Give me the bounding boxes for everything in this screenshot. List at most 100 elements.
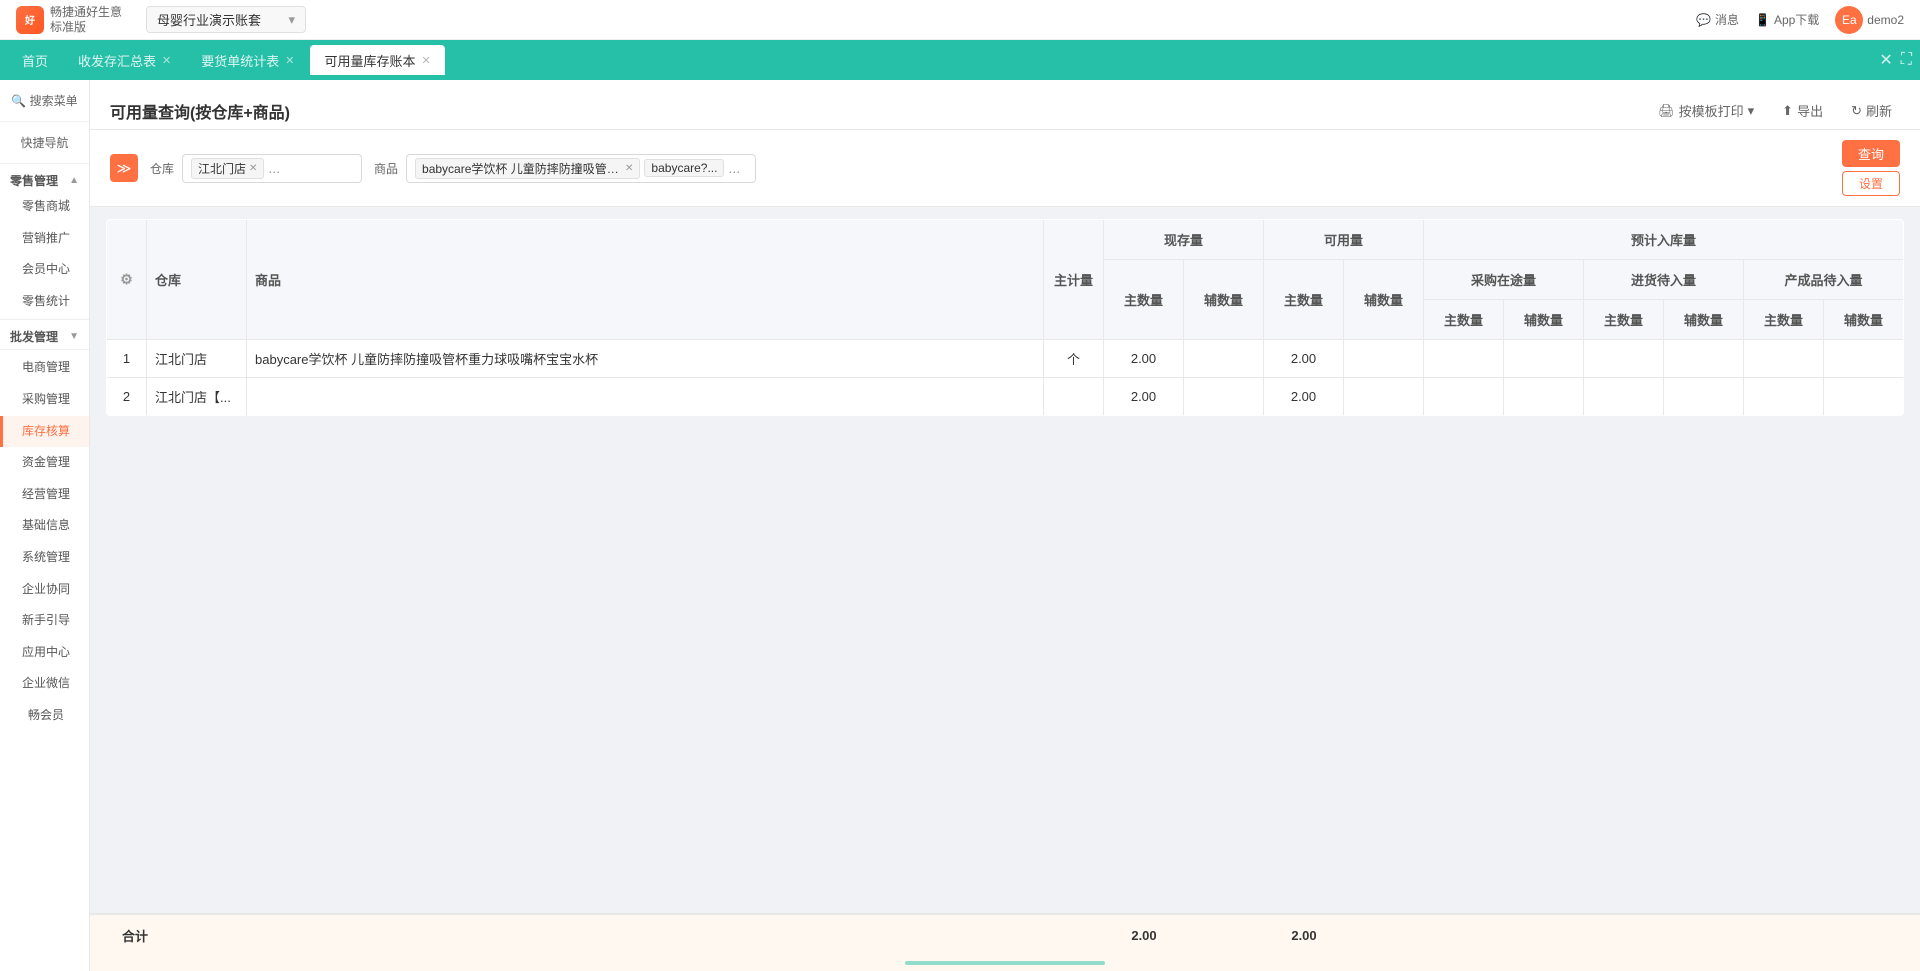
tab-inventory-label: 可用量库存账本: [324, 51, 415, 70]
th-purchase-subgroup: 采购在途量: [1424, 260, 1584, 300]
cell-finished-main: [1744, 340, 1824, 378]
th-finished-main: 主数量: [1744, 300, 1824, 340]
th-finished-subgroup: 产成品待入量: [1744, 260, 1904, 300]
sidebar-search-area: 🔍 搜索菜单: [0, 80, 89, 122]
query-button[interactable]: 查询: [1842, 140, 1900, 167]
system-label: 系统管理: [22, 550, 70, 566]
sidebar-item-basic-info[interactable]: 基础信息: [0, 510, 89, 542]
cell-unit: 个: [1044, 340, 1104, 378]
settings-icon[interactable]: ⚙: [120, 271, 133, 287]
sidebar-item-enterprise[interactable]: 企业协同: [0, 574, 89, 606]
cell-incoming-main: [1584, 340, 1664, 378]
th-available-main: 主数量: [1264, 260, 1344, 340]
warehouse-filter-input[interactable]: 江北门店 ✕ ...: [182, 154, 362, 183]
app-center-label: 应用中心: [22, 645, 70, 661]
cell-product: [247, 378, 1044, 416]
vip-label: 畅会员: [28, 708, 64, 724]
cell-purchase-aux: [1504, 340, 1584, 378]
sidebar-retail-management-header[interactable]: 零售管理 ▲: [0, 166, 89, 191]
warehouse-more-button[interactable]: ...: [268, 160, 280, 176]
tab-home-label: 首页: [22, 51, 48, 70]
close-all-tabs-button[interactable]: ✕: [1879, 50, 1892, 70]
sidebar-item-purchase[interactable]: 采购管理: [0, 384, 89, 416]
product-tag-1: babycare学饮杯 儿童防摔防撞吸管杯重力球吸嘴杯宝宝水杯 ✕: [415, 158, 640, 179]
sidebar-wholesale-header[interactable]: 批发管理 ▼: [0, 322, 89, 347]
refresh-icon: ↻: [1851, 103, 1862, 119]
product-more-button[interactable]: ...: [728, 160, 740, 176]
print-template-button[interactable]: 🖨 按模板打印 ▾: [1650, 97, 1762, 124]
sidebar-item-app-center[interactable]: 应用中心: [0, 637, 89, 669]
cell-inventory-aux: [1184, 340, 1264, 378]
sidebar-item-enterprise-wechat[interactable]: 企业微信: [0, 668, 89, 700]
inventory-label: 库存核算: [22, 424, 70, 440]
industry-selector[interactable]: 母婴行业演示账套 ▾: [146, 6, 306, 33]
sidebar-item-operations[interactable]: 经营管理: [0, 479, 89, 511]
cell-available-main: 2.00: [1264, 378, 1344, 416]
cell-inventory-main: 2.00: [1104, 340, 1184, 378]
sidebar-item-online-store[interactable]: 零售商城: [0, 191, 89, 223]
chevron-icon: ▲: [69, 175, 79, 186]
th-inventory-aux: 辅数量: [1184, 260, 1264, 340]
sidebar-item-member-center[interactable]: 会员中心: [0, 254, 89, 286]
th-unit: 主计量: [1044, 220, 1104, 340]
cell-num: 2: [107, 378, 147, 416]
cell-available-main: 2.00: [1264, 340, 1344, 378]
sidebar-quicknav-item[interactable]: 快捷导航: [0, 126, 89, 159]
warehouse-tag-remove[interactable]: ✕: [249, 163, 257, 174]
tab-receipt-summary[interactable]: 收发存汇总表 ✕: [64, 45, 185, 75]
logo-icon: 好: [16, 6, 44, 34]
chevron-icon-2: ▼: [69, 331, 79, 342]
sidebar: 🔍 搜索菜单 快捷导航 零售管理 ▲ 零售商城 营销推广 会员中心 零售统计: [0, 80, 90, 971]
sidebar-item-vip[interactable]: 畅会员: [0, 700, 89, 732]
cell-incoming-main: [1584, 378, 1664, 416]
app-download-action[interactable]: 📱 App下载: [1755, 11, 1819, 28]
logo-text: 畅捷通好生意 标准版: [50, 5, 122, 34]
message-label: 消息: [1715, 11, 1739, 28]
tab-order-close[interactable]: ✕: [285, 54, 294, 67]
sidebar-item-finance[interactable]: 资金管理: [0, 447, 89, 479]
sidebar-item-new-guide[interactable]: 新手引导: [0, 605, 89, 637]
warehouse-tag: 江北门店 ✕: [191, 158, 264, 179]
tab-inventory-close[interactable]: ✕: [422, 54, 431, 67]
search-menu-button[interactable]: 🔍 搜索菜单: [8, 88, 81, 113]
refresh-button[interactable]: ↻ 刷新: [1843, 97, 1900, 124]
tab-order-stats[interactable]: 要货单统计表 ✕: [187, 45, 308, 75]
cell-finished-main: [1744, 378, 1824, 416]
expand-tabs-button[interactable]: ⛶: [1901, 51, 1912, 69]
sidebar-item-marketing[interactable]: 营销推广: [0, 223, 89, 255]
filter-toggle-button[interactable]: ≫: [110, 154, 138, 182]
total-available-main: 2.00: [1264, 928, 1344, 943]
th-warehouse: 仓库: [147, 220, 247, 340]
wholesale-label: 批发管理: [10, 328, 58, 345]
print-label: 按模板打印: [1679, 101, 1744, 120]
logo-area: 好 畅捷通好生意 标准版: [16, 5, 122, 34]
enterprise-wechat-label: 企业微信: [22, 676, 70, 692]
cell-incoming-aux: [1664, 340, 1744, 378]
export-button[interactable]: ⬆ 导出: [1774, 97, 1831, 124]
sidebar-item-retail-stats[interactable]: 零售统计: [0, 286, 89, 318]
avatar: Ea: [1835, 6, 1863, 34]
tab-inventory-book[interactable]: 可用量库存账本 ✕: [310, 45, 444, 75]
tab-receipt-close[interactable]: ✕: [162, 54, 171, 67]
new-guide-label: 新手引导: [22, 613, 70, 629]
retail-stats-label: 零售统计: [22, 294, 70, 310]
warehouse-filter-group: 仓库 江北门店 ✕ ...: [150, 154, 362, 183]
industry-label: 母婴行业演示账套: [157, 10, 261, 29]
product-tag-1-remove[interactable]: ✕: [625, 163, 633, 174]
sidebar-item-ecommerce[interactable]: 电商管理: [0, 352, 89, 384]
user-area[interactable]: Ea demo2: [1835, 6, 1904, 34]
retail-management-label: 零售管理: [10, 172, 58, 189]
export-label: 导出: [1797, 101, 1823, 120]
product-filter-input[interactable]: babycare学饮杯 儿童防摔防撞吸管杯重力球吸嘴杯宝宝水杯 ✕ babyca…: [406, 154, 756, 183]
quicknav-label: 快捷导航: [20, 134, 68, 151]
message-action[interactable]: 💬 消息: [1696, 11, 1739, 28]
finance-label: 资金管理: [22, 455, 70, 471]
settings-button[interactable]: 设置: [1842, 171, 1900, 196]
sidebar-item-system[interactable]: 系统管理: [0, 542, 89, 574]
total-inventory-main: 2.00: [1104, 928, 1184, 943]
th-settings[interactable]: ⚙: [107, 220, 147, 340]
operations-label: 经营管理: [22, 487, 70, 503]
tab-home[interactable]: 首页: [8, 45, 62, 75]
sidebar-item-inventory[interactable]: 库存核算: [0, 416, 89, 448]
top-header: 好 畅捷通好生意 标准版 母婴行业演示账套 ▾ 💬 消息 📱 App下载 Ea …: [0, 0, 1920, 40]
